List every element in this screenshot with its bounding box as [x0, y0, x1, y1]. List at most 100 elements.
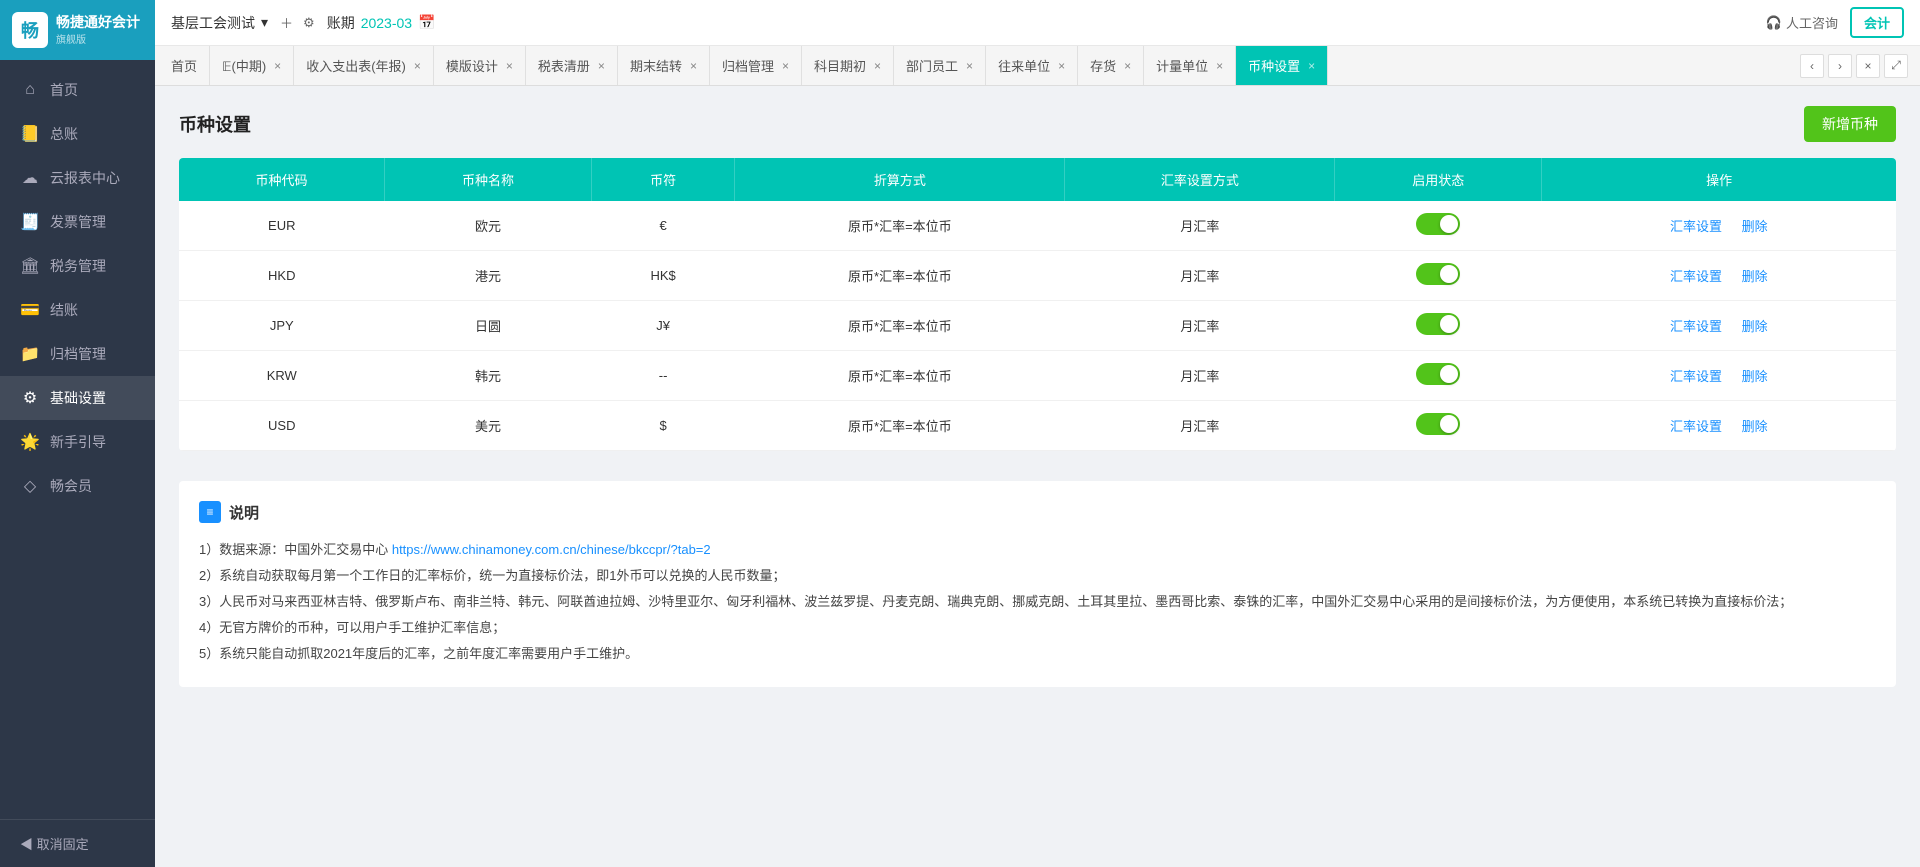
tab-dept[interactable]: 部门员工 × [894, 46, 986, 86]
sidebar-item-archive[interactable]: 📁归档管理 [0, 332, 155, 376]
sidebar-item-ledger[interactable]: 📒总账 [0, 112, 155, 156]
support-button[interactable]: 🎧 人工咨询 [1766, 13, 1838, 32]
tab-label-units: 往来单位 [998, 56, 1050, 75]
cell-name: 港元 [385, 251, 592, 301]
rate-setting-link[interactable]: 汇率设置 [1670, 419, 1722, 434]
tab-tax[interactable]: 税表清册× [526, 46, 618, 86]
nav-label-member: 畅会员 [50, 476, 92, 496]
toggle-switch[interactable] [1416, 413, 1460, 435]
dropdown-icon: ▾ [261, 14, 268, 31]
sidebar-item-reports[interactable]: ☁云报表中心 [0, 156, 155, 200]
tab-home[interactable]: 首页 [159, 46, 210, 86]
sidebar-item-member[interactable]: ◇畅会员 [0, 464, 155, 508]
notes-icon: ≡ [199, 501, 221, 523]
table-row: HKD 港元 HK$ 原币*汇率=本位币 月汇率 汇率设置 删除 [179, 251, 1896, 301]
tab-income[interactable]: 收入支出表(年报)× [294, 46, 434, 86]
rate-setting-link[interactable]: 汇率设置 [1670, 269, 1722, 284]
toggle-switch[interactable] [1416, 263, 1460, 285]
rate-setting-link[interactable]: 汇率设置 [1670, 319, 1722, 334]
tab-period-end[interactable]: 期末结转× [618, 46, 710, 86]
tab-measure[interactable]: 计量单位× [1144, 46, 1236, 86]
main: 基层工会测试 ▾ ＋ ⚙ 账期 2023-03 📅 🎧 人工咨询 会计 首页𝔼(… [155, 0, 1920, 867]
add-button[interactable]: ＋ [280, 13, 293, 32]
nav-icon-settings: ⚙ [20, 388, 40, 408]
tab-archive[interactable]: 归档管理× [710, 46, 802, 86]
tab-close-period-end[interactable]: × [690, 59, 697, 73]
cell-code: JPY [179, 301, 385, 351]
tab-label-dept: 部门员工 [906, 56, 958, 75]
tab-close-period[interactable]: × [274, 59, 281, 73]
tab-close-tax[interactable]: × [598, 59, 605, 73]
sidebar-item-settings[interactable]: ⚙ 基础设置 [0, 376, 155, 420]
settings-icon[interactable]: ⚙ [303, 15, 315, 31]
delete-link[interactable]: 删除 [1742, 369, 1768, 384]
tab-close-subjects[interactable]: × [874, 59, 881, 73]
rate-setting-link[interactable]: 汇率设置 [1670, 219, 1722, 234]
nav-label-settings: 基础设置 [50, 388, 106, 408]
table-row: USD 美元 $ 原币*汇率=本位币 月汇率 汇率设置 删除 [179, 401, 1896, 451]
tab-close-template[interactable]: × [506, 59, 513, 73]
cell-code: USD [179, 401, 385, 451]
cell-rate-type: 月汇率 [1065, 201, 1335, 251]
toggle-switch[interactable] [1416, 313, 1460, 335]
company-selector[interactable]: 基层工会测试 ▾ [171, 13, 268, 33]
tab-close-stock[interactable]: × [1124, 59, 1131, 73]
tab-currency[interactable]: 币种设置× [1236, 46, 1328, 86]
headset-icon: 🎧 [1766, 15, 1782, 31]
tab-units[interactable]: 往来单位 × [986, 46, 1078, 86]
cell-enabled [1335, 401, 1542, 451]
tab-close-dept[interactable]: × [966, 59, 973, 73]
tab-stock[interactable]: 存货× [1078, 46, 1144, 86]
tab-close-currency[interactable]: × [1308, 59, 1315, 73]
toggle-switch[interactable] [1416, 363, 1460, 385]
cell-symbol: J¥ [591, 301, 735, 351]
delete-link[interactable]: 删除 [1742, 219, 1768, 234]
col-header: 启用状态 [1335, 158, 1542, 201]
delete-link[interactable]: 删除 [1742, 319, 1768, 334]
nav-icon-guide: 🌟 [20, 432, 40, 452]
logo-icon: 畅 [12, 12, 48, 48]
period-value[interactable]: 2023-03 [361, 15, 412, 31]
sidebar-item-guide[interactable]: 🌟新手引导 [0, 420, 155, 464]
notes-link[interactable]: https://www.chinamoney.com.cn/chinese/bk… [392, 542, 711, 557]
tab-nav-controls: ‹ › × ⤢ [1792, 54, 1916, 78]
col-header: 折算方式 [735, 158, 1065, 201]
cell-actions: 汇率设置 删除 [1542, 201, 1896, 251]
tab-subjects[interactable]: 科目期初× [802, 46, 894, 86]
toggle-switch[interactable] [1416, 213, 1460, 235]
sidebar-item-home[interactable]: ⌂首页 [0, 68, 155, 112]
cell-symbol: $ [591, 401, 735, 451]
calendar-icon[interactable]: 📅 [418, 14, 435, 31]
cell-actions: 汇率设置 删除 [1542, 351, 1896, 401]
tab-template[interactable]: 模版设计× [434, 46, 526, 86]
tab-period[interactable]: 𝔼(中期)× [210, 46, 294, 86]
tab-close-measure[interactable]: × [1216, 59, 1223, 73]
tab-close-income[interactable]: × [414, 59, 421, 73]
cell-rate-type: 月汇率 [1065, 351, 1335, 401]
sidebar-footer[interactable]: ◀ 取消固定 [0, 819, 155, 867]
delete-link[interactable]: 删除 [1742, 269, 1768, 284]
cell-code: EUR [179, 201, 385, 251]
toggle-knob [1440, 415, 1458, 433]
tab-close-units[interactable]: × [1058, 59, 1065, 73]
tab-close-all[interactable]: × [1856, 54, 1880, 78]
tab-nav-next[interactable]: › [1828, 54, 1852, 78]
col-header: 币种代码 [179, 158, 385, 201]
nav-icon-checkout: 💳 [20, 300, 40, 320]
tab-nav-prev[interactable]: ‹ [1800, 54, 1824, 78]
sidebar-item-checkout[interactable]: 💳 结账 [0, 288, 155, 332]
sidebar-nav: ⌂首页📒总账☁云报表中心🧾发票管理🏛税务管理 💳 结账 📁归档管理 ⚙ 基础设置 🌟新手引导… [0, 60, 155, 819]
tab-expand[interactable]: ⤢ [1884, 54, 1908, 78]
delete-link[interactable]: 删除 [1742, 419, 1768, 434]
sidebar-item-invoice[interactable]: 🧾发票管理 [0, 200, 155, 244]
cell-symbol: -- [591, 351, 735, 401]
sidebar-item-tax[interactable]: 🏛税务管理 [0, 244, 155, 288]
logo-title: 畅捷通好会计 [56, 14, 140, 31]
nav-label-checkout: 结账 [50, 300, 78, 320]
account-button[interactable]: 会计 [1850, 7, 1904, 38]
topbar-right: 🎧 人工咨询 会计 [1766, 7, 1904, 38]
rate-setting-link[interactable]: 汇率设置 [1670, 369, 1722, 384]
tab-close-archive[interactable]: × [782, 59, 789, 73]
new-currency-button[interactable]: 新增币种 [1804, 106, 1896, 142]
toggle-knob [1440, 215, 1458, 233]
